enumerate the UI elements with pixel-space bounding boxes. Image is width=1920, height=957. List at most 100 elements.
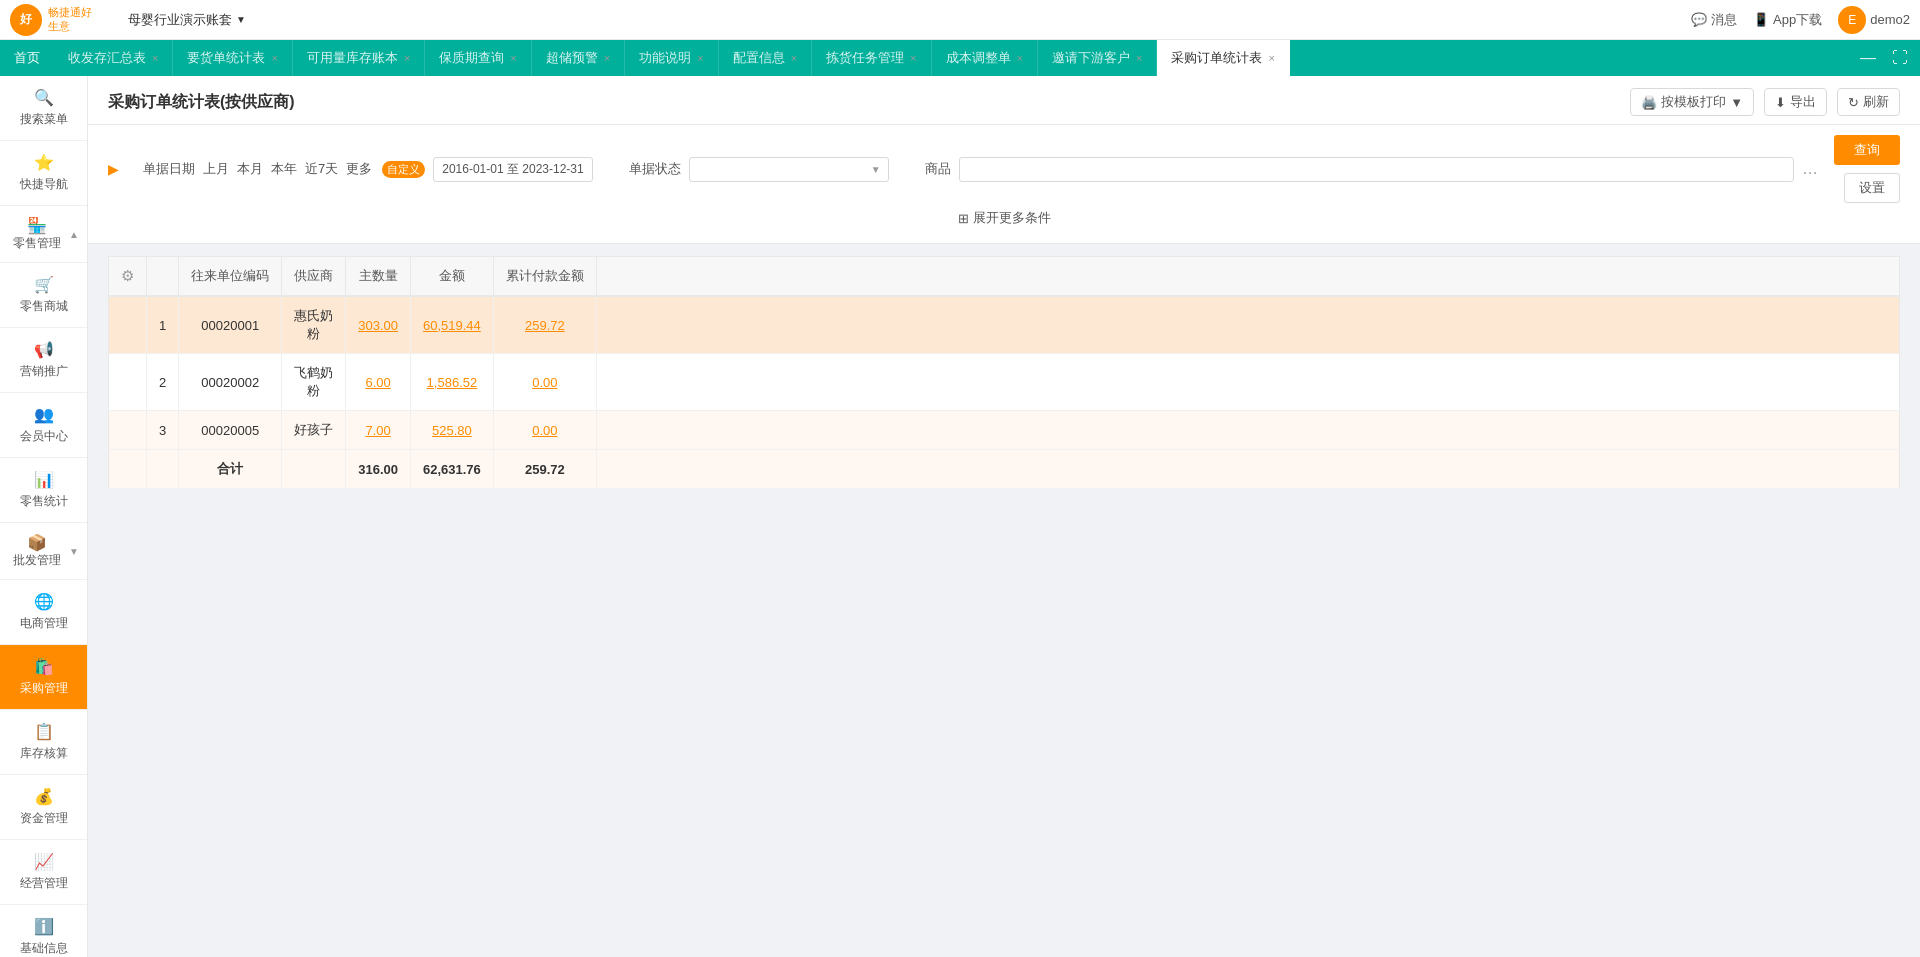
sidebar-label-wholesale-mgmt: 批发管理 xyxy=(13,552,61,569)
shortcut-this-year[interactable]: 本年 xyxy=(271,160,297,178)
qty-link-3[interactable]: 7.00 xyxy=(365,423,390,438)
sidebar-item-finance-mgmt[interactable]: 💰 资金管理 xyxy=(0,775,87,840)
refresh-button[interactable]: ↻ 刷新 xyxy=(1837,88,1900,116)
th-num xyxy=(147,257,179,297)
qty-link-1[interactable]: 303.00 xyxy=(358,318,398,333)
filter-toggle-icon[interactable]: ▶ xyxy=(108,161,119,177)
sidebar-item-retail-stat[interactable]: 📊 零售统计 xyxy=(0,458,87,523)
shortcut-last-month[interactable]: 上月 xyxy=(203,160,229,178)
sidebar-item-basic-info[interactable]: ℹ️ 基础信息 xyxy=(0,905,87,957)
tab-close-icon[interactable]: × xyxy=(152,52,158,64)
td-amount-1: 60,519.44 xyxy=(411,296,494,354)
sidebar-item-wholesale-mgmt[interactable]: 📦 批发管理 ▼ xyxy=(0,523,87,580)
td-paid-2: 0.00 xyxy=(493,354,596,411)
filter-goods-input[interactable] xyxy=(959,157,1794,182)
tab-receive-summary[interactable]: 收发存汇总表 × xyxy=(54,40,173,76)
table-header-row: ⚙ 往来单位编码 供应商 主数量 金额 累计付款金额 xyxy=(109,257,1900,297)
app-download-button[interactable]: 📱 App下载 xyxy=(1753,11,1822,29)
sidebar-item-membership[interactable]: 👥 会员中心 xyxy=(0,393,87,458)
paid-link-2[interactable]: 0.00 xyxy=(532,375,557,390)
td-footer-spacer xyxy=(596,450,1899,489)
date-shortcuts: 上月 本月 本年 近7天 更多 自定义 xyxy=(203,160,425,178)
sidebar-item-search[interactable]: 🔍 搜索菜单 xyxy=(0,76,87,141)
tab-function-desc[interactable]: 功能说明 × xyxy=(625,40,718,76)
tab-pick-task[interactable]: 拣货任务管理 × xyxy=(812,40,931,76)
date-range-input[interactable]: 2016-01-01 至 2023-12-31 xyxy=(433,157,592,182)
tab-close-icon[interactable]: × xyxy=(697,52,703,64)
filter-status-select[interactable] xyxy=(689,157,889,182)
expand-more-button[interactable]: ⊞ 展开更多条件 xyxy=(108,203,1900,233)
td-settings-1 xyxy=(109,296,147,354)
shortcut-this-month[interactable]: 本月 xyxy=(237,160,263,178)
tab-config-info[interactable]: 配置信息 × xyxy=(719,40,812,76)
table-body: 1 00020001 惠氏奶粉 303.00 60,519.44 259.72 … xyxy=(109,296,1900,450)
user-menu-button[interactable]: E demo2 xyxy=(1838,6,1910,34)
td-amount-2: 1,586.52 xyxy=(411,354,494,411)
amount-link-2[interactable]: 1,586.52 xyxy=(427,375,478,390)
retail-mgmt-arrow-icon: ▲ xyxy=(69,229,79,240)
td-footer-paid: 259.72 xyxy=(493,450,596,489)
tab-close-icon[interactable]: × xyxy=(510,52,516,64)
table-footer: 合计 316.00 62,631.76 259.72 xyxy=(109,450,1900,489)
workspace-chevron-icon: ▼ xyxy=(236,14,246,25)
print-icon: 🖨️ xyxy=(1641,95,1657,110)
column-settings-icon[interactable]: ⚙ xyxy=(121,267,134,284)
tab-stock-ledger[interactable]: 可用量库存账本 × xyxy=(293,40,425,76)
tab-close-icon[interactable]: × xyxy=(604,52,610,64)
export-button[interactable]: ⬇ 导出 xyxy=(1764,88,1827,116)
qty-link-2[interactable]: 6.00 xyxy=(365,375,390,390)
sidebar-item-ecom-mgmt[interactable]: 🌐 电商管理 xyxy=(0,580,87,645)
sidebar-item-retail-shop[interactable]: 🛒 零售商城 xyxy=(0,263,87,328)
amount-link-1[interactable]: 60,519.44 xyxy=(423,318,481,333)
export-icon: ⬇ xyxy=(1775,95,1786,110)
tab-close-icon[interactable]: × xyxy=(271,52,277,64)
workspace-selector[interactable]: 母婴行业演示账套 ▼ xyxy=(128,11,246,29)
filter-settings-button[interactable]: 设置 xyxy=(1844,173,1900,203)
td-footer-label: 合计 xyxy=(179,450,282,489)
tab-close-icon[interactable]: × xyxy=(1017,52,1023,64)
sidebar-item-marketing[interactable]: 📢 营销推广 xyxy=(0,328,87,393)
tab-expiry-query[interactable]: 保质期查询 × xyxy=(425,40,531,76)
tab-home[interactable]: 首页 xyxy=(0,40,54,76)
paid-link-1[interactable]: 259.72 xyxy=(525,318,565,333)
template-print-label: 按模板打印 xyxy=(1661,93,1726,111)
shortcut-7-days[interactable]: 近7天 xyxy=(305,160,338,178)
sidebar-item-purchase-mgmt[interactable]: 🛍️ 采购管理 xyxy=(0,645,87,710)
tab-order-summary[interactable]: 要货单统计表 × xyxy=(173,40,292,76)
nav-minus-icon[interactable]: — xyxy=(1856,49,1880,67)
shortcut-more[interactable]: 更多 xyxy=(346,160,372,178)
sidebar-label-stock-check: 库存核算 xyxy=(20,745,68,762)
tab-cost-adjust[interactable]: 成本调整单 × xyxy=(932,40,1038,76)
sidebar-item-retail-mgmt[interactable]: 🏪 零售管理 ▲ xyxy=(0,206,87,263)
filter-goods-dots-icon[interactable]: … xyxy=(1802,160,1818,178)
template-print-button[interactable]: 🖨️ 按模板打印 ▼ xyxy=(1630,88,1754,116)
tab-close-active-icon[interactable]: × xyxy=(1268,52,1274,64)
td-footer-num xyxy=(147,450,179,489)
message-button[interactable]: 💬 消息 xyxy=(1691,11,1737,29)
amount-link-3[interactable]: 525.80 xyxy=(432,423,472,438)
tab-close-icon[interactable]: × xyxy=(791,52,797,64)
sidebar-item-quick-nav[interactable]: ⭐ 快捷导航 xyxy=(0,141,87,206)
tab-close-icon[interactable]: × xyxy=(910,52,916,64)
th-amount: 金额 xyxy=(411,257,494,297)
tab-overstock-alert[interactable]: 超储预警 × xyxy=(532,40,625,76)
td-supplier-2: 飞鹤奶粉 xyxy=(282,354,346,411)
sidebar-item-stock-check[interactable]: 📋 库存核算 xyxy=(0,710,87,775)
tab-invite-downstream[interactable]: 邀请下游客户 × xyxy=(1038,40,1157,76)
query-button[interactable]: 查询 xyxy=(1834,135,1900,165)
th-supplier-name: 供应商 xyxy=(282,257,346,297)
sidebar: 🔍 搜索菜单 ⭐ 快捷导航 🏪 零售管理 ▲ 🛒 零售商城 📢 营销推广 👥 会… xyxy=(0,76,88,957)
paid-link-3[interactable]: 0.00 xyxy=(532,423,557,438)
sidebar-label-retail-stat: 零售统计 xyxy=(20,493,68,510)
td-paid-1: 259.72 xyxy=(493,296,596,354)
sidebar-item-operation-mgmt[interactable]: 📈 经营管理 xyxy=(0,840,87,905)
td-supplier-1: 惠氏奶粉 xyxy=(282,296,346,354)
sidebar-label-membership: 会员中心 xyxy=(20,428,68,445)
td-footer-amount: 62,631.76 xyxy=(411,450,494,489)
td-qty-3: 7.00 xyxy=(346,411,411,450)
nav-expand-icon[interactable]: ⛶ xyxy=(1888,49,1912,67)
tab-close-icon[interactable]: × xyxy=(1136,52,1142,64)
tab-purchase-stat[interactable]: 采购订单统计表 × xyxy=(1157,40,1289,76)
tab-close-icon[interactable]: × xyxy=(404,52,410,64)
sidebar-label-quick-nav: 快捷导航 xyxy=(20,176,68,193)
